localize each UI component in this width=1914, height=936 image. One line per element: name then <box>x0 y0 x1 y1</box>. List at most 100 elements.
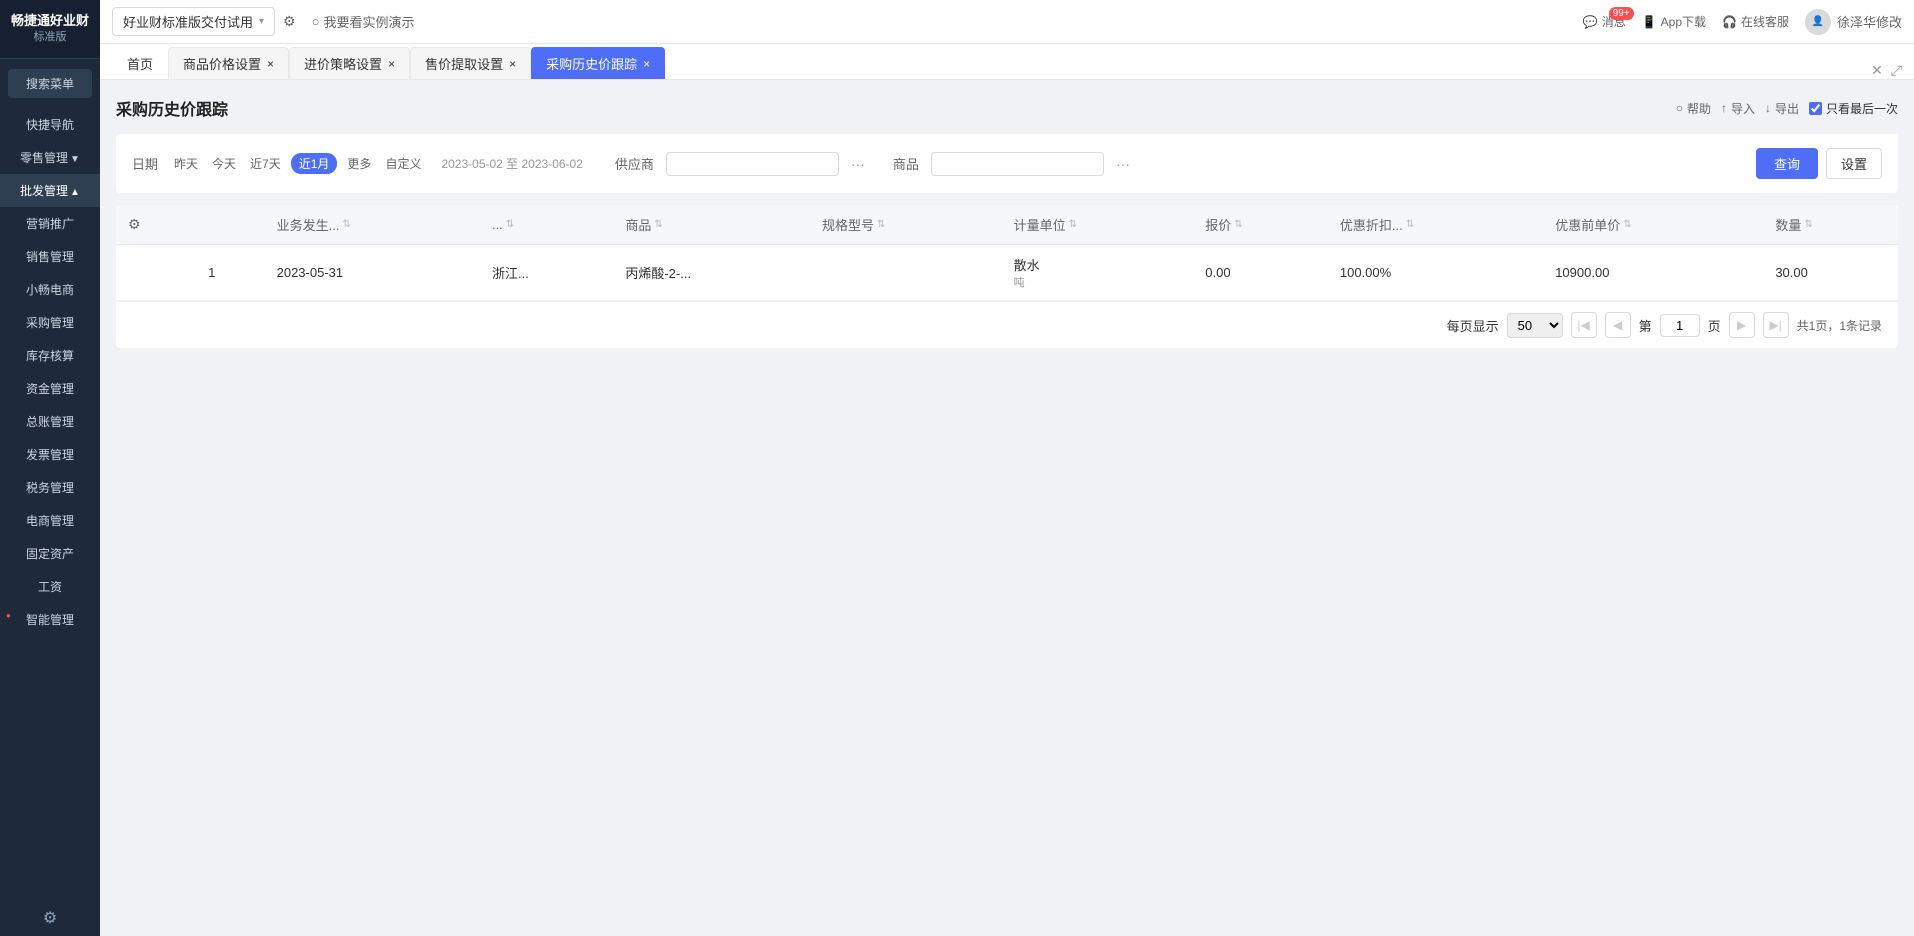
tab-close-icon-2[interactable]: × <box>388 57 395 71</box>
sidebar-logo: 畅捷通好业财 标准版 <box>0 0 100 59</box>
supplier-dots[interactable]: ··· <box>851 156 865 172</box>
filter-card: 日期 昨天今天近7天近1月更多自定义 2023-05-02 至 2023-06-… <box>116 134 1898 193</box>
sidebar-item-12[interactable]: 固定资产 <box>0 537 100 570</box>
next-page-button[interactable]: ▶ <box>1729 312 1755 338</box>
only-last-checkbox[interactable] <box>1809 102 1822 115</box>
date-option-0[interactable]: 昨天 <box>170 153 202 174</box>
last-page-button[interactable]: ▶| <box>1763 312 1789 338</box>
table-row[interactable]: 12023-05-31浙江...丙烯酸-2-...散水吨0.00100.00%1… <box>116 245 1898 301</box>
nav-arrow-icon: ▼ <box>70 154 80 165</box>
sidebar-item-5[interactable]: 采购管理 <box>0 306 100 339</box>
sidebar-item-0[interactable]: 零售管理▼ <box>0 141 100 174</box>
export-icon: ↓ <box>1765 101 1771 115</box>
cell-unit: 散水吨 <box>1002 245 1194 301</box>
col-header-date[interactable]: 业务发生...⇅ <box>265 205 480 245</box>
only-last-label: 只看最后一次 <box>1826 100 1898 117</box>
col-header-spec[interactable]: 规格型号⇅ <box>810 205 1002 245</box>
maximize-icon[interactable]: ⤢ <box>1891 62 1902 79</box>
settings-button[interactable]: 设置 <box>1826 148 1882 179</box>
demo-button[interactable]: ○ 我要看实例演示 <box>312 12 415 31</box>
tabs-container: 首页商品价格设置×进价策略设置×售价提取设置×采购历史价跟踪× <box>112 47 665 79</box>
tab-4[interactable]: 采购历史价跟踪× <box>531 47 665 79</box>
sort-icon-extra: ⇅ <box>506 219 514 230</box>
date-option-2[interactable]: 近7天 <box>246 153 285 174</box>
export-button[interactable]: ↓ 导出 <box>1765 100 1799 117</box>
sidebar-item-2[interactable]: 营销推广 <box>0 207 100 240</box>
sidebar-item-14[interactable]: 智能管理 <box>0 603 100 636</box>
page-input[interactable] <box>1660 314 1700 337</box>
sidebar-gear-icon[interactable]: ⚙ <box>8 908 92 928</box>
tab-close-icon-4[interactable]: × <box>643 57 650 71</box>
import-button[interactable]: ↑ 导入 <box>1721 100 1755 117</box>
first-page-button[interactable]: |◀ <box>1571 312 1597 338</box>
table-body: 12023-05-31浙江...丙烯酸-2-...散水吨0.00100.00%1… <box>116 245 1898 301</box>
tab-0[interactable]: 首页 <box>112 47 168 79</box>
online-service-button[interactable]: 🎧 在线客服 <box>1722 13 1789 30</box>
sidebar-item-13[interactable]: 工资 <box>0 570 100 603</box>
col-header-extra[interactable]: ...⇅ <box>480 205 613 245</box>
date-option-4[interactable]: 更多 <box>343 153 375 174</box>
sidebar: 畅捷通好业财 标准版 搜索菜单 快捷导航 零售管理▼批发管理▲营销推广销售管理小… <box>0 0 100 936</box>
per-page-select[interactable]: 102050100 <box>1507 313 1563 338</box>
goods-input[interactable] <box>931 152 1104 176</box>
goods-dots[interactable]: ··· <box>1116 156 1130 172</box>
tab-label-1: 商品价格设置 <box>183 54 261 73</box>
sidebar-item-3[interactable]: 销售管理 <box>0 240 100 273</box>
search-menu-button[interactable]: 搜索菜单 <box>8 69 92 98</box>
page-label: 第 <box>1639 316 1652 335</box>
sidebar-item-4[interactable]: 小畅电商 <box>0 273 100 306</box>
date-option-3[interactable]: 近1月 <box>291 153 338 174</box>
tab-3[interactable]: 售价提取设置× <box>410 47 531 79</box>
supplier-input[interactable] <box>666 152 839 176</box>
help-button[interactable]: ○ 帮助 <box>1676 100 1711 117</box>
col-header-price[interactable]: 报价⇅ <box>1193 205 1328 245</box>
table-settings-icon[interactable]: ⚙ <box>128 216 141 232</box>
sort-icon-unit: ⇅ <box>1069 219 1077 230</box>
sidebar-item-1[interactable]: 批发管理▲ <box>0 174 100 207</box>
sidebar-nav-list: 零售管理▼批发管理▲营销推广销售管理小畅电商采购管理库存核算资金管理总账管理发票… <box>0 141 100 636</box>
sidebar-item-11[interactable]: 电商管理 <box>0 504 100 537</box>
app-download-label: App下载 <box>1661 13 1706 30</box>
col-header-goods[interactable]: 商品⇅ <box>613 205 810 245</box>
close-window-icon[interactable]: ✕ <box>1871 62 1883 79</box>
app-download-button[interactable]: 📱 App下载 <box>1642 13 1706 30</box>
total-info: 共1页，1条记录 <box>1797 317 1882 334</box>
user-info[interactable]: 👤 徐泽华修改 <box>1805 9 1902 35</box>
col-header-discount[interactable]: 优惠折扣...⇅ <box>1328 205 1543 245</box>
sidebar-item-7[interactable]: 资金管理 <box>0 372 100 405</box>
prev-page-button[interactable]: ◀ <box>1605 312 1631 338</box>
query-button[interactable]: 查询 <box>1756 148 1818 179</box>
cell-goods: 丙烯酸-2-... <box>613 245 810 301</box>
sidebar-item-6[interactable]: 库存核算 <box>0 339 100 372</box>
edition-selector[interactable]: 好业财标准版交付试用 ▾ <box>112 7 275 36</box>
tab-close-icon-1[interactable]: × <box>267 57 274 71</box>
pagination: 每页显示 102050100 |◀ ◀ 第 页 ▶ ▶| 共1页，1条记录 <box>116 301 1898 348</box>
col-label-spec: 规格型号 <box>822 215 874 234</box>
date-option-5[interactable]: 自定义 <box>381 153 425 174</box>
topbar-gear-icon[interactable]: ⚙ <box>283 13 296 30</box>
sidebar-item-10[interactable]: 税务管理 <box>0 471 100 504</box>
chevron-down-icon: ▾ <box>259 16 264 27</box>
sidebar-item-8[interactable]: 总账管理 <box>0 405 100 438</box>
import-icon: ↑ <box>1721 101 1727 115</box>
sidebar-search[interactable]: 搜索菜单 <box>0 59 100 108</box>
col-header-quantity[interactable]: 数量⇅ <box>1763 205 1898 245</box>
cell-spec <box>810 245 1002 301</box>
date-options: 昨天今天近7天近1月更多自定义 <box>170 153 425 174</box>
message-button[interactable]: 💬 消息 99+ <box>1583 13 1626 30</box>
headset-icon: 🎧 <box>1722 15 1737 29</box>
date-range-display: 2023-05-02 至 2023-06-02 <box>441 155 582 172</box>
tab-1[interactable]: 商品价格设置 × <box>168 47 289 79</box>
sort-icon-quantity: ⇅ <box>1804 219 1812 230</box>
col-label-quantity: 数量 <box>1775 215 1801 234</box>
date-option-1[interactable]: 今天 <box>208 153 240 174</box>
col-header-unit[interactable]: 计量单位⇅ <box>1002 205 1194 245</box>
sidebar-bottom: ⚙ <box>0 900 100 936</box>
tab-close-icon-3[interactable]: × <box>509 57 516 71</box>
col-header-pre_discount_price[interactable]: 优惠前单价⇅ <box>1543 205 1763 245</box>
demo-icon: ○ <box>312 14 320 29</box>
sidebar-item-9[interactable]: 发票管理 <box>0 438 100 471</box>
page-title: 采购历史价跟踪 <box>116 96 228 120</box>
only-last-checkbox-label[interactable]: 只看最后一次 <box>1809 100 1898 117</box>
tab-2[interactable]: 进价策略设置× <box>289 47 410 79</box>
